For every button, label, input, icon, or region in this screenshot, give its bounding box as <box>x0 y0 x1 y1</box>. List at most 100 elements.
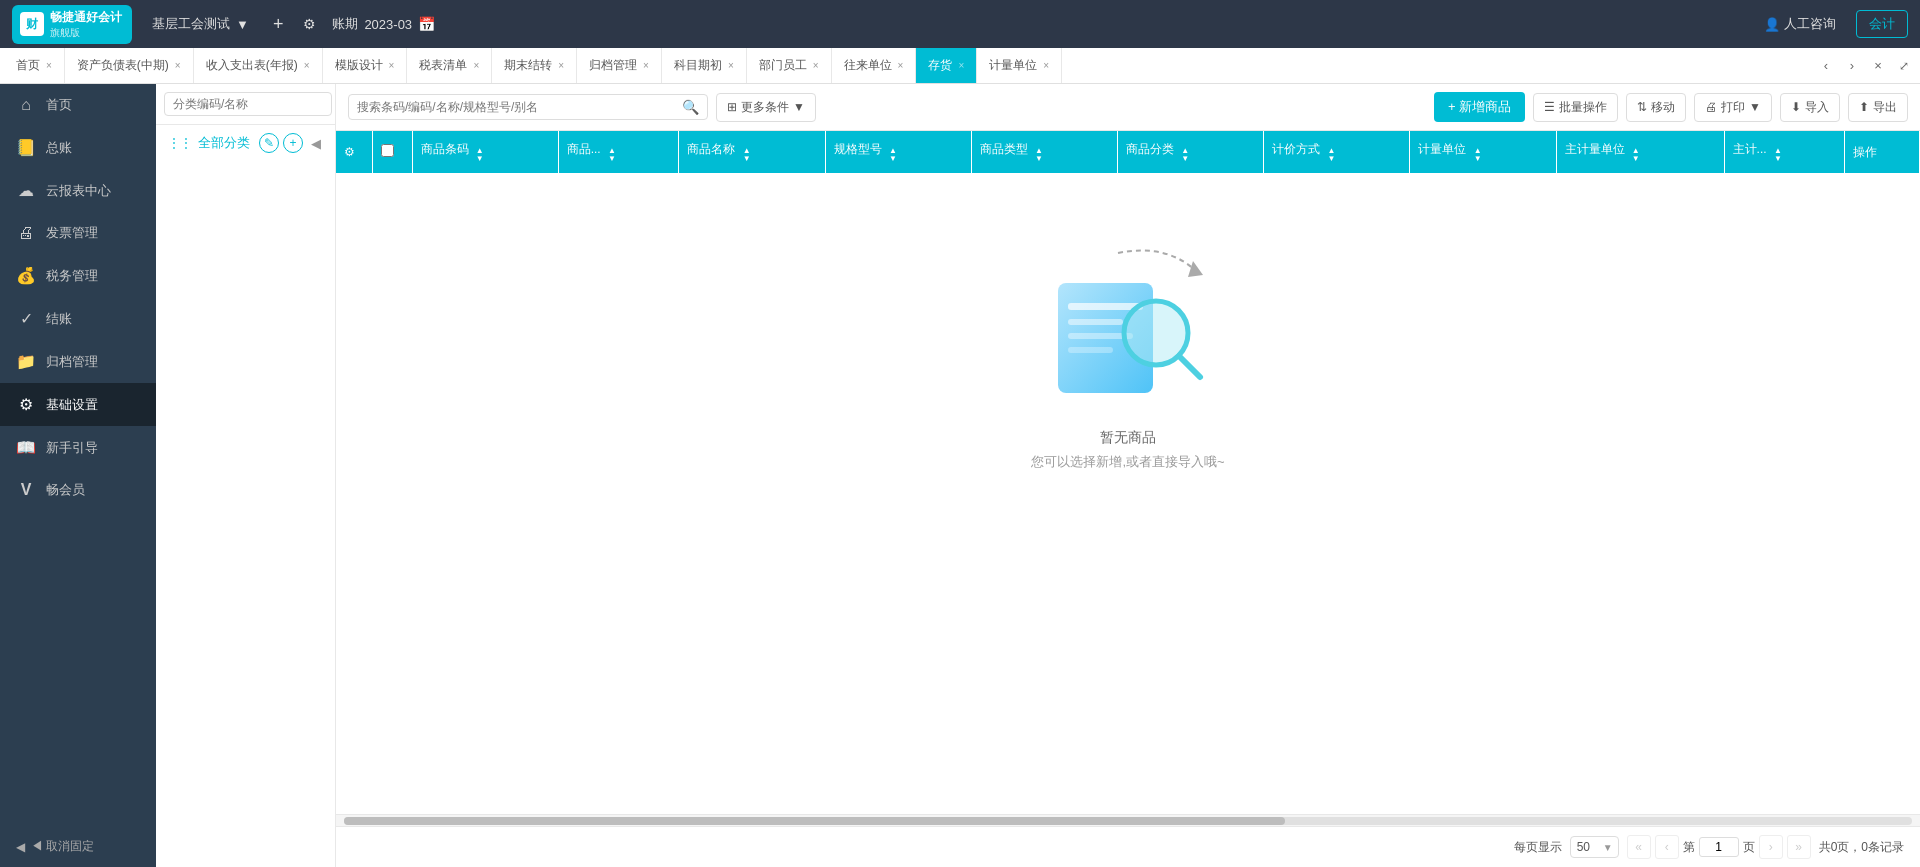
sidebar-item-archive[interactable]: 📁 归档管理 <box>0 340 156 383</box>
filter-button[interactable]: ⊞ 更多条件 ▼ <box>716 93 816 122</box>
product-search-icon[interactable]: 🔍 <box>682 99 699 115</box>
total-records-label: 共0页，0条记录 <box>1819 839 1904 856</box>
last-page-button[interactable]: » <box>1787 835 1811 859</box>
consult-button[interactable]: 👤 人工咨询 <box>1756 11 1844 37</box>
batch-button[interactable]: ☰ 批量操作 <box>1533 93 1618 122</box>
category-item-all[interactable]: ⋮⋮ 全部分类 ✎ + ◀ <box>156 125 335 161</box>
inner-layout: 🔍 ⋮⋮ 全部分类 ✎ + ◀ 🔍 ⊞ <box>156 84 1920 867</box>
svg-rect-2 <box>1068 319 1123 325</box>
sidebar-item-home[interactable]: ⌂ 首页 <box>0 84 156 126</box>
svg-marker-7 <box>1188 261 1203 277</box>
tab-inventory[interactable]: 存货 × <box>916 48 977 84</box>
th-col3[interactable]: 主计... ▲▼ <box>1724 131 1845 173</box>
import-button[interactable]: ⬇ 导入 <box>1780 93 1840 122</box>
sidebar: ⌂ 首页 📒 总账 ☁ 云报表中心 🖨 发票管理 💰 税务管理 ✓ 结账 📁 归… <box>0 84 156 867</box>
tab-unit-close[interactable]: × <box>1043 60 1049 71</box>
tab-home-close[interactable]: × <box>46 60 52 71</box>
tab-period[interactable]: 期末结转 × <box>492 48 577 84</box>
scroll-thumb[interactable] <box>344 817 1285 825</box>
export-button[interactable]: ⬆ 导出 <box>1848 93 1908 122</box>
tab-balance[interactable]: 资产负债表(中期) × <box>65 48 194 84</box>
first-page-button[interactable]: « <box>1627 835 1651 859</box>
th-type[interactable]: 商品类型 ▲▼ <box>971 131 1117 173</box>
tab-period-close[interactable]: × <box>558 60 564 71</box>
select-all-checkbox[interactable] <box>381 144 394 157</box>
prev-page-button[interactable]: ‹ <box>1655 835 1679 859</box>
move-button[interactable]: ⇅ 移动 <box>1626 93 1686 122</box>
th-category[interactable]: 商品分类 ▲▼ <box>1117 131 1263 173</box>
category-add-button[interactable]: + <box>283 133 303 153</box>
sidebar-item-guide[interactable]: 📖 新手引导 <box>0 426 156 469</box>
tab-dept[interactable]: 部门员工 × <box>747 48 832 84</box>
account-button[interactable]: 会计 <box>1856 10 1908 38</box>
th-price-method[interactable]: 计价方式 ▲▼ <box>1264 131 1410 173</box>
th-code[interactable]: 商品... ▲▼ <box>558 131 679 173</box>
tab-contacts[interactable]: 往来单位 × <box>832 48 917 84</box>
page-size-select[interactable]: 20 50 100 <box>1570 836 1619 858</box>
tab-tax[interactable]: 税表清单 × <box>407 48 492 84</box>
page-number-input[interactable] <box>1699 837 1739 857</box>
tab-inventory-close[interactable]: × <box>958 60 964 71</box>
th-unit[interactable]: 计量单位 ▲▼ <box>1410 131 1556 173</box>
tab-subject-close[interactable]: × <box>728 60 734 71</box>
sort-barcode-icon: ▲▼ <box>476 147 484 163</box>
category-collapse-button[interactable]: ◀ <box>309 134 323 153</box>
tab-close-all-button[interactable]: × <box>1866 54 1890 78</box>
sidebar-item-member[interactable]: V 畅会员 <box>0 469 156 511</box>
print-button[interactable]: 🖨 打印 ▼ <box>1694 93 1772 122</box>
category-search-input[interactable] <box>164 92 332 116</box>
company-name: 基层工会测试 <box>152 15 230 33</box>
product-search-input[interactable] <box>357 100 678 114</box>
th-checkbox[interactable] <box>372 131 412 173</box>
tab-template-close[interactable]: × <box>389 60 395 71</box>
th-barcode[interactable]: 商品条码 ▲▼ <box>412 131 558 173</box>
tab-subject[interactable]: 科目期初 × <box>662 48 747 84</box>
th-name[interactable]: 商品名称 ▲▼ <box>679 131 825 173</box>
company-selector[interactable]: 基层工会测试 ▼ <box>144 11 257 37</box>
tab-template[interactable]: 模版设计 × <box>323 48 408 84</box>
tab-income[interactable]: 收入支出表(年报) × <box>194 48 323 84</box>
th-main-unit[interactable]: 主计量单位 ▲▼ <box>1556 131 1724 173</box>
main-layout: ⌂ 首页 📒 总账 ☁ 云报表中心 🖨 发票管理 💰 税务管理 ✓ 结账 📁 归… <box>0 84 1920 867</box>
sidebar-collapse-button[interactable]: ◀ ◀ 取消固定 <box>0 826 156 867</box>
sidebar-item-tax[interactable]: 💰 税务管理 <box>0 254 156 297</box>
sidebar-item-basic[interactable]: ⚙ 基础设置 <box>0 383 156 426</box>
batch-label: 批量操作 <box>1559 99 1607 116</box>
sidebar-item-ledger[interactable]: 📒 总账 <box>0 126 156 169</box>
tab-archive[interactable]: 归档管理 × <box>577 48 662 84</box>
sort-code-icon: ▲▼ <box>608 147 616 163</box>
tab-contacts-close[interactable]: × <box>898 60 904 71</box>
tab-tax-close[interactable]: × <box>473 60 479 71</box>
sidebar-item-checkout[interactable]: ✓ 结账 <box>0 297 156 340</box>
add-tab-button[interactable]: + <box>269 14 288 35</box>
tab-unit[interactable]: 计量单位 × <box>977 48 1062 84</box>
tab-next-button[interactable]: › <box>1840 54 1864 78</box>
tab-dept-close[interactable]: × <box>813 60 819 71</box>
product-table: ⚙ 商品条码 ▲▼ 商品... ▲▼ <box>336 131 1920 173</box>
tab-income-close[interactable]: × <box>304 60 310 71</box>
add-product-button[interactable]: + 新增商品 <box>1434 92 1525 122</box>
calendar-icon[interactable]: 📅 <box>418 16 435 32</box>
app-logo[interactable]: 财 畅捷通好会计 旗舰版 <box>12 5 132 44</box>
tab-expand-button[interactable]: ⤢ <box>1892 54 1916 78</box>
sidebar-member-label: 畅会员 <box>46 481 85 499</box>
app-logo-sub: 旗舰版 <box>50 26 122 40</box>
sidebar-collapse-label: ◀ 取消固定 <box>31 838 94 855</box>
category-edit-button[interactable]: ✎ <box>259 133 279 153</box>
th-config[interactable]: ⚙ <box>336 131 372 173</box>
settings-icon[interactable]: ⚙ <box>299 16 320 32</box>
tab-prev-button[interactable]: ‹ <box>1814 54 1838 78</box>
tab-balance-close[interactable]: × <box>175 60 181 71</box>
print-icon: 🖨 <box>1705 100 1717 114</box>
tab-archive-close[interactable]: × <box>643 60 649 71</box>
sort-spec-icon: ▲▼ <box>889 147 897 163</box>
print-chevron-icon: ▼ <box>1749 100 1761 114</box>
tab-home[interactable]: 首页 × <box>4 48 65 84</box>
toolbar-right: + 新增商品 ☰ 批量操作 ⇅ 移动 🖨 打印 ▼ <box>1434 92 1908 122</box>
horizontal-scroll <box>336 814 1920 826</box>
sidebar-item-invoice[interactable]: 🖨 发票管理 <box>0 212 156 254</box>
sidebar-item-cloud[interactable]: ☁ 云报表中心 <box>0 169 156 212</box>
sort-category-icon: ▲▼ <box>1181 147 1189 163</box>
th-spec[interactable]: 规格型号 ▲▼ <box>825 131 971 173</box>
next-page-button[interactable]: › <box>1759 835 1783 859</box>
